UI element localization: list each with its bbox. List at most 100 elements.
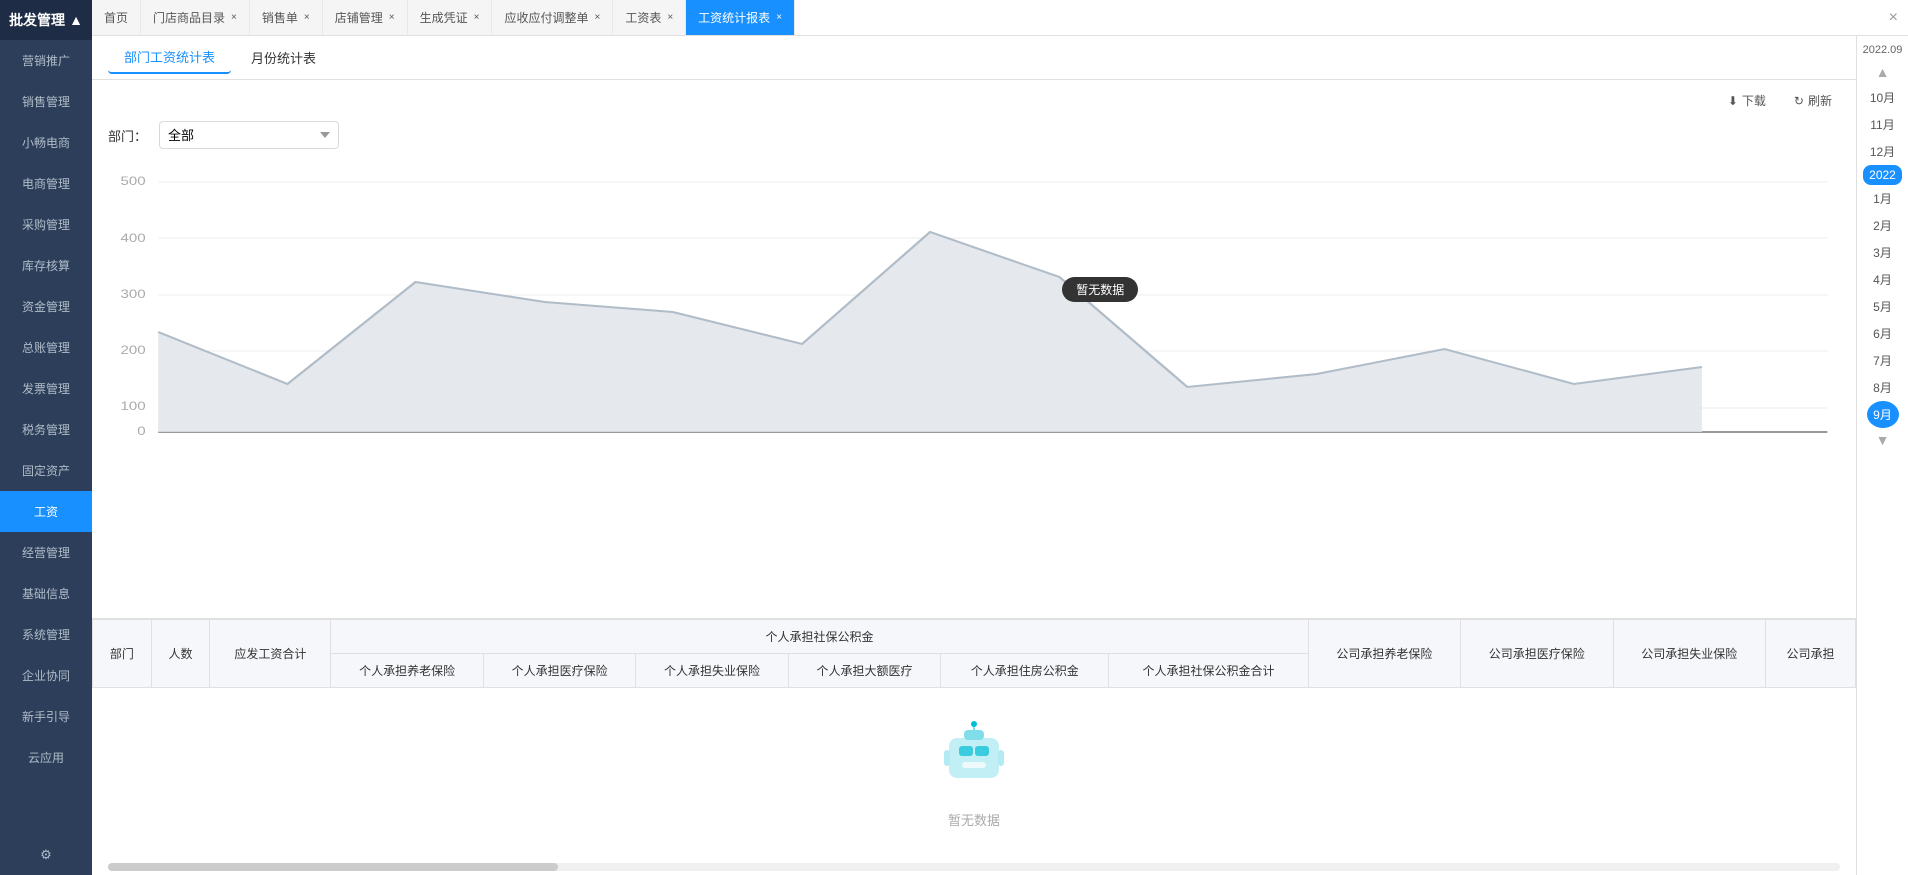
tab-product-catalog[interactable]: 门店商品目录 × — [141, 0, 250, 35]
sidebar-item-ecommerce-small[interactable]: 小畅电商 — [0, 122, 92, 163]
refresh-label: 刷新 — [1808, 92, 1832, 109]
main-area: 首页 门店商品目录 × 销售单 × 店铺管理 × 生成凭证 × 应收应付调整单 … — [92, 0, 1908, 875]
date-month-9[interactable]: 9月 — [1867, 401, 1899, 428]
tab-payroll-report[interactable]: 工资统计报表 × — [686, 0, 795, 35]
refresh-icon: ↻ — [1794, 94, 1804, 108]
sidebar-item-operations[interactable]: 经营管理 — [0, 532, 92, 573]
date-year-label: 2022.09 — [1861, 40, 1905, 60]
close-all-tabs-button[interactable]: × — [1879, 9, 1908, 27]
date-month-7[interactable]: 7月 — [1857, 347, 1908, 374]
sidebar-item-basic-info[interactable]: 基础信息 — [0, 573, 92, 614]
date-month-4[interactable]: 4月 — [1857, 266, 1908, 293]
sidebar-item-marketing[interactable]: 营销推广 — [0, 40, 92, 81]
refresh-button[interactable]: ↻ 刷新 — [1786, 88, 1840, 113]
tab-label: 销售单 — [262, 9, 298, 26]
tab-close-icon[interactable]: × — [474, 12, 480, 23]
col-personal-total: 个人承担社保公积金合计 — [1109, 654, 1308, 688]
date-year-2022[interactable]: 2022 — [1863, 165, 1902, 185]
tab-close-icon[interactable]: × — [594, 12, 600, 23]
col-company-other: 公司承担 — [1765, 620, 1855, 688]
scrollbar-thumb[interactable] — [108, 863, 558, 871]
col-count: 人数 — [151, 620, 210, 688]
date-month-3[interactable]: 3月 — [1857, 239, 1908, 266]
sub-tab-label: 部门工资统计表 — [124, 50, 215, 65]
download-icon: ⬇ — [1728, 94, 1738, 108]
tab-close-icon[interactable]: × — [389, 12, 395, 23]
sidebar-item-cooperation[interactable]: 企业协同 — [0, 655, 92, 696]
date-month-11[interactable]: 11月 — [1857, 111, 1908, 138]
sidebar-item-payroll[interactable]: 工资 — [0, 491, 92, 532]
col-dept: 部门 — [93, 620, 152, 688]
sidebar-item-label: 企业协同 — [22, 669, 70, 683]
tab-store-management[interactable]: 店铺管理 × — [323, 0, 408, 35]
sidebar-item-sales[interactable]: 销售管理 — [0, 81, 92, 122]
empty-state-text: 暂无数据 — [948, 810, 1000, 829]
sidebar-item-system[interactable]: 系统管理 — [0, 614, 92, 655]
col-group-personal-insurance: 个人承担社保公积金 — [331, 620, 1308, 654]
sidebar-item-label: 小畅电商 — [22, 136, 70, 150]
sidebar-item-fixed-assets[interactable]: 固定资产 — [0, 450, 92, 491]
sidebar-item-label: 固定资产 — [22, 464, 70, 478]
date-panel: 2022.09 ▲ 10月 11月 12月 2022 1月 2月 3月 — [1856, 36, 1908, 875]
settings-button[interactable]: ⚙ — [0, 835, 92, 875]
sub-tab-monthly-stats[interactable]: 月份统计表 — [235, 42, 332, 73]
sidebar-header[interactable]: 批发管理 ▲ — [0, 0, 92, 40]
date-month-2[interactable]: 2月 — [1857, 212, 1908, 239]
col-total-salary: 应发工资合计 — [210, 620, 331, 688]
tab-home[interactable]: 首页 — [92, 0, 141, 35]
sidebar-item-label: 营销推广 — [22, 54, 70, 68]
date-month-10[interactable]: 10月 — [1857, 84, 1908, 111]
tab-label: 店铺管理 — [335, 9, 383, 26]
tab-close-icon[interactable]: × — [667, 12, 673, 23]
tab-label: 生成凭证 — [420, 9, 468, 26]
date-nav-down[interactable]: ▼ — [1872, 428, 1894, 452]
sidebar-item-label: 总账管理 — [22, 341, 70, 355]
chart-area: 500 400 300 200 100 0 — [92, 157, 1856, 618]
tab-sales-order[interactable]: 销售单 × — [250, 0, 323, 35]
sidebar-item-cloud[interactable]: 云应用 — [0, 737, 92, 778]
date-month-5[interactable]: 5月 — [1857, 293, 1908, 320]
date-nav-up[interactable]: ▲ — [1872, 60, 1894, 84]
sidebar-item-general-ledger[interactable]: 总账管理 — [0, 327, 92, 368]
sub-tab-label: 月份统计表 — [251, 51, 316, 66]
sidebar-item-label: 资金管理 — [22, 300, 70, 314]
date-month-1[interactable]: 1月 — [1857, 185, 1908, 212]
empty-robot-icon — [934, 718, 1014, 798]
tab-label: 工资统计报表 — [698, 9, 770, 26]
table-wrapper: 部门 人数 应发工资合计 个人承担社保公积金 公司承担养老保险 公司承担医疗保险… — [92, 618, 1856, 875]
svg-text:0: 0 — [137, 424, 146, 437]
sidebar-item-label: 工资 — [34, 505, 58, 519]
date-month-8[interactable]: 8月 — [1857, 374, 1908, 401]
sidebar-item-label: 销售管理 — [22, 95, 70, 109]
sidebar-item-ecommerce[interactable]: 电商管理 — [0, 163, 92, 204]
tab-close-icon[interactable]: × — [231, 12, 237, 23]
col-personal-major-medical: 个人承担大额医疗 — [788, 654, 940, 688]
tab-close-icon[interactable]: × — [776, 12, 782, 23]
chart-area-fill — [158, 232, 1702, 432]
date-month-12[interactable]: 12月 — [1857, 138, 1908, 165]
sidebar-item-purchase[interactable]: 采购管理 — [0, 204, 92, 245]
main-panel: 部门工资统计表 月份统计表 ⬇ 下载 ↻ 刷新 部门： — [92, 36, 1856, 875]
sidebar-item-inventory[interactable]: 库存核算 — [0, 245, 92, 286]
col-personal-unemployment: 个人承担失业保险 — [636, 654, 788, 688]
sidebar-item-invoice[interactable]: 发票管理 — [0, 368, 92, 409]
download-label: 下载 — [1742, 92, 1766, 109]
date-month-6[interactable]: 6月 — [1857, 320, 1908, 347]
dept-filter-select[interactable]: 全部 — [159, 121, 339, 149]
sidebar-item-guide[interactable]: 新手引导 — [0, 696, 92, 737]
sidebar-item-label: 经营管理 — [22, 546, 70, 560]
svg-text:200: 200 — [121, 343, 147, 356]
tab-close-icon[interactable]: × — [304, 12, 310, 23]
sidebar-item-label: 采购管理 — [22, 218, 70, 232]
horizontal-scrollbar[interactable] — [108, 863, 1840, 871]
sidebar-item-tax[interactable]: 税务管理 — [0, 409, 92, 450]
tab-receivables[interactable]: 应收应付调整单 × — [492, 0, 613, 35]
tab-payroll-table[interactable]: 工资表 × — [613, 0, 686, 35]
sidebar-item-label: 库存核算 — [22, 259, 70, 273]
filter-row: 部门： 全部 — [92, 121, 1856, 157]
sub-tab-dept-stats[interactable]: 部门工资统计表 — [108, 41, 231, 74]
sidebar-item-label: 基础信息 — [22, 587, 70, 601]
download-button[interactable]: ⬇ 下载 — [1720, 88, 1774, 113]
tab-voucher[interactable]: 生成凭证 × — [408, 0, 493, 35]
sidebar-item-finance[interactable]: 资金管理 — [0, 286, 92, 327]
